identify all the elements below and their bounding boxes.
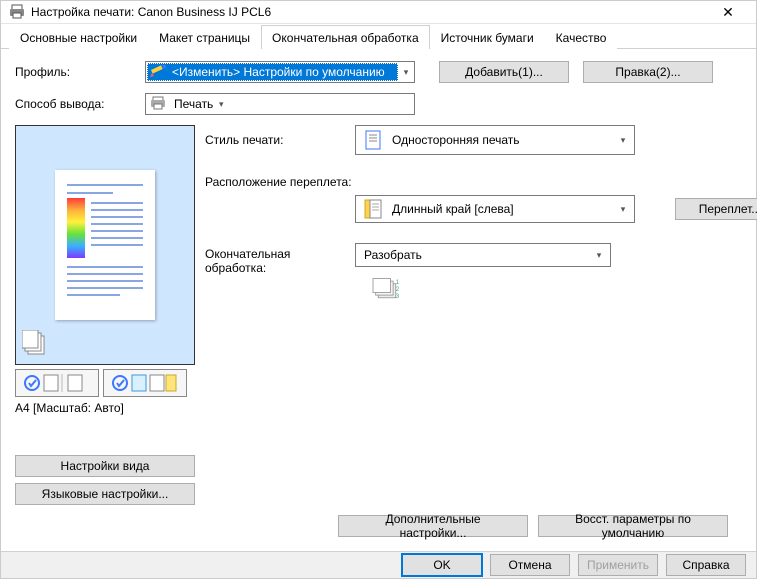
output-value: Печать	[174, 97, 213, 111]
apply-button[interactable]: Применить	[578, 554, 658, 576]
printer-small-icon	[150, 96, 168, 112]
print-style-value: Односторонняя печать	[392, 133, 616, 147]
output-label: Способ вывода:	[15, 97, 145, 111]
finishing-value: Разобрать	[360, 248, 592, 262]
printer-icon	[9, 4, 25, 20]
preview-mode-a-button[interactable]	[15, 369, 99, 397]
profile-label: Профиль:	[15, 65, 145, 79]
tab-layout[interactable]: Макет страницы	[148, 25, 261, 49]
help-button[interactable]: Справка	[666, 554, 746, 576]
chevron-down-icon: ▾	[398, 67, 414, 78]
pages-stack-icon	[22, 330, 50, 358]
chevron-down-icon: ▾	[616, 135, 630, 146]
profile-value: <Изменить> Настройки по умолчанию	[172, 65, 385, 79]
single-page-icon	[362, 129, 384, 151]
advanced-settings-button[interactable]: Дополнительные настройки...	[338, 515, 528, 537]
print-style-dropdown[interactable]: Односторонняя печать ▾	[355, 125, 635, 155]
chevron-down-icon: ▾	[592, 250, 606, 261]
print-style-label: Стиль печати:	[205, 133, 345, 147]
finishing-label: Окончательная обработка:	[205, 243, 345, 275]
language-settings-button[interactable]: Языковые настройки...	[15, 483, 195, 505]
add-profile-button[interactable]: Добавить(1)...	[439, 61, 569, 83]
tab-basic[interactable]: Основные настройки	[9, 25, 148, 49]
view-settings-button[interactable]: Настройки вида	[15, 455, 195, 477]
collate-icon: 1 2 3	[367, 275, 407, 303]
output-dropdown[interactable]: Печать ▾	[145, 93, 415, 115]
tab-paper-source[interactable]: Источник бумаги	[430, 25, 545, 49]
binding-settings-button[interactable]: Переплет...	[675, 198, 757, 220]
cancel-button[interactable]: Отмена	[490, 554, 570, 576]
binding-dropdown[interactable]: Длинный край [слева] ▾	[355, 195, 635, 223]
tab-quality[interactable]: Качество	[545, 25, 618, 49]
chevron-down-icon: ▾	[213, 99, 229, 110]
tab-finishing[interactable]: Окончательная обработка	[261, 25, 430, 49]
svg-text:3: 3	[396, 293, 400, 300]
chevron-down-icon: ▾	[616, 204, 630, 215]
pencil-icon	[150, 65, 168, 79]
binding-value: Длинный край [слева]	[392, 202, 616, 216]
profile-dropdown[interactable]: <Изменить> Настройки по умолчанию ▾	[145, 61, 415, 83]
finishing-dropdown[interactable]: Разобрать ▾	[355, 243, 611, 267]
window-title: Настройка печати: Canon Business IJ PCL6	[31, 5, 708, 19]
preview-mode-b-button[interactable]	[103, 369, 187, 397]
close-button[interactable]: ✕	[708, 4, 748, 21]
tabstrip: Основные настройки Макет страницы Оконча…	[1, 24, 756, 49]
ok-button[interactable]: OK	[402, 554, 482, 576]
paper-info-label: A4 [Масштаб: Авто]	[15, 401, 195, 415]
binding-left-icon	[362, 198, 384, 220]
page-preview	[15, 125, 195, 365]
restore-defaults-button[interactable]: Восст. параметры по умолчанию	[538, 515, 728, 537]
svg-text:1: 1	[396, 279, 400, 286]
svg-text:2: 2	[396, 286, 400, 293]
edit-profile-button[interactable]: Правка(2)...	[583, 61, 713, 83]
binding-label: Расположение переплета:	[205, 175, 352, 189]
